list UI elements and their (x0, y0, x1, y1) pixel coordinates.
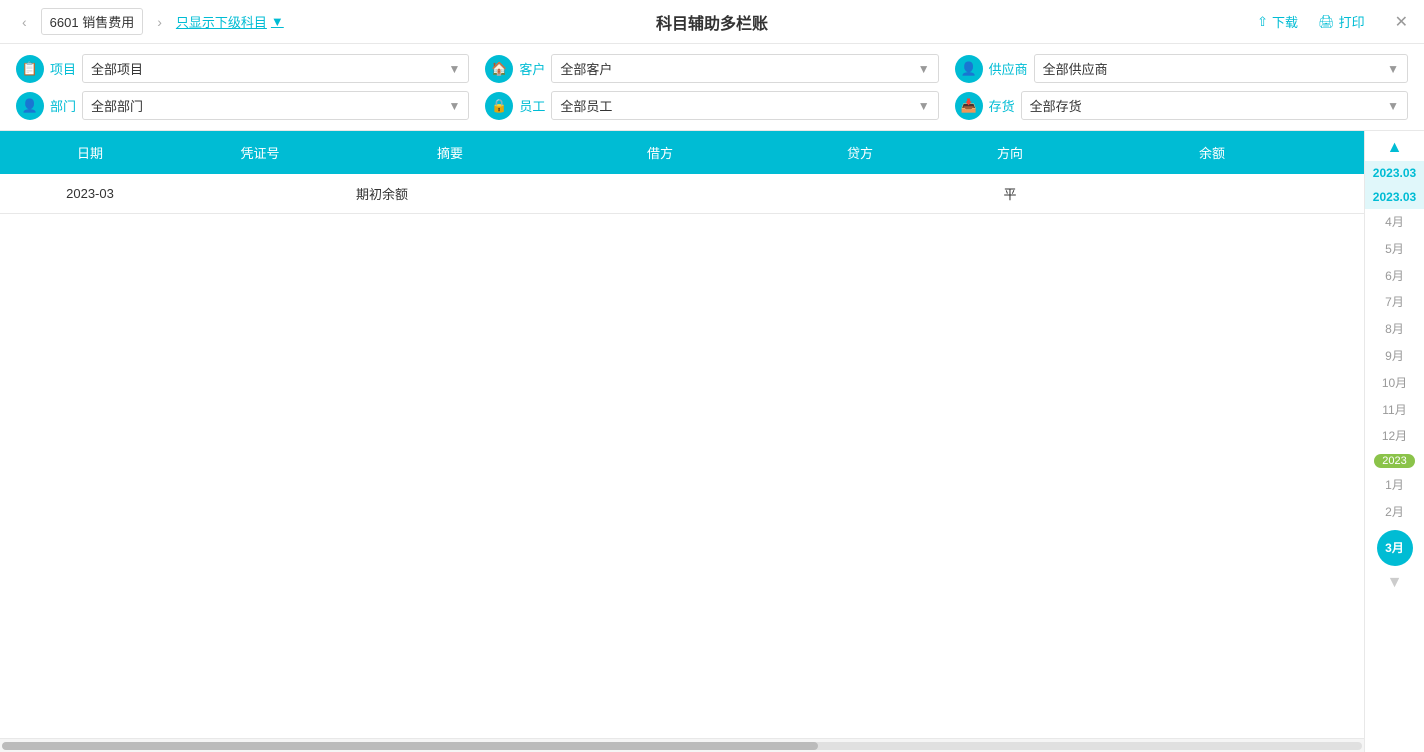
inventory-select[interactable]: 全部存货 ▼ (1021, 91, 1408, 120)
project-icon: 📋 (16, 55, 44, 83)
filter-dept: 👤 部门 全部部门 ▼ (16, 91, 469, 120)
cell-date: 2023-03 (0, 174, 180, 214)
employee-select[interactable]: 全部员工 ▼ (551, 91, 938, 120)
dept-label: 部门 (50, 96, 76, 115)
show-sub-label: 只显示下级科目 (176, 12, 267, 31)
scroll-bar[interactable] (0, 738, 1364, 752)
print-icon: 🖨 (1318, 14, 1335, 30)
chevron-down-icon: ▼ (448, 99, 460, 113)
cell-voucher (180, 174, 340, 214)
filter-inventory: 📥 存货 全部存货 ▼ (955, 91, 1408, 120)
timeline-item-1[interactable]: 1月 (1365, 472, 1424, 499)
customer-label: 客户 (519, 59, 545, 78)
print-button[interactable]: 🖨 打印 (1318, 12, 1365, 31)
account-code[interactable]: 6601 销售费用 (41, 8, 144, 35)
filter-customer: 🏠 客户 全部客户 ▼ (485, 54, 938, 83)
timeline-item-12[interactable]: 12月 (1365, 423, 1424, 450)
header-summary: 摘要 (340, 131, 560, 174)
header-voucher: 凭证号 (180, 131, 340, 174)
cell-balance (1060, 174, 1364, 214)
timeline-item-9[interactable]: 9月 (1365, 343, 1424, 370)
download-label: 下载 (1272, 12, 1298, 31)
header-debit: 借方 (560, 131, 760, 174)
chevron-down-icon: ▼ (918, 99, 930, 113)
empty-space (0, 214, 1364, 738)
title-bar-right: ⇧ 下载 🖨 打印 ✕ (1257, 12, 1408, 32)
header-credit: 贷方 (760, 131, 960, 174)
timeline-item-5[interactable]: 5月 (1365, 236, 1424, 263)
main-content: 日期 凭证号 摘要 借方 贷方 方向 余额 2023-03 期初余额 (0, 131, 1364, 752)
project-value: 全部项目 (91, 59, 143, 78)
inventory-value: 全部存货 (1030, 96, 1082, 115)
filter-row-1: 📋 项目 全部项目 ▼ 🏠 客户 全部客户 ▼ 👤 供应商 全部供应 (16, 54, 1408, 83)
customer-select[interactable]: 全部客户 ▼ (551, 54, 938, 83)
cell-direction: 平 (960, 174, 1060, 214)
cell-summary: 期初余额 (340, 174, 560, 214)
chevron-down-icon: ▼ (271, 14, 284, 29)
filter-area: 📋 项目 全部项目 ▼ 🏠 客户 全部客户 ▼ 👤 供应商 全部供应 (0, 44, 1424, 131)
data-table: 日期 凭证号 摘要 借方 贷方 方向 余额 2023-03 期初余额 (0, 131, 1364, 214)
table-row[interactable]: 2023-03 期初余额 平 (0, 174, 1364, 214)
project-select[interactable]: 全部项目 ▼ (82, 54, 469, 83)
timeline-item-4[interactable]: 4月 (1365, 209, 1424, 236)
timeline-item-8[interactable]: 8月 (1365, 316, 1424, 343)
timeline-item-11[interactable]: 11月 (1365, 397, 1424, 424)
timeline-item-3-current[interactable]: 3月 (1377, 530, 1413, 566)
chevron-down-icon: ▼ (1387, 99, 1399, 113)
timeline-down-button[interactable]: ▼ (1383, 570, 1407, 596)
supplier-label: 供应商 (989, 59, 1028, 78)
timeline-up-button[interactable]: ▲ (1383, 135, 1407, 161)
supplier-value: 全部供应商 (1043, 59, 1108, 78)
year-badge-2023[interactable]: 2023 (1374, 454, 1414, 468)
title-bar: ‹ 6601 销售费用 › 只显示下级科目 ▼ 科目辅助多栏账 ⇧ 下载 🖨 打… (0, 0, 1424, 44)
close-button[interactable]: ✕ (1395, 12, 1408, 32)
download-button[interactable]: ⇧ 下载 (1257, 12, 1298, 31)
table-header-row: 日期 凭证号 摘要 借方 贷方 方向 余额 (0, 131, 1364, 174)
timeline-item-6[interactable]: 6月 (1365, 263, 1424, 290)
table-container: 日期 凭证号 摘要 借方 贷方 方向 余额 2023-03 期初余额 (0, 131, 1424, 752)
cell-debit (560, 174, 760, 214)
filter-project: 📋 项目 全部项目 ▼ (16, 54, 469, 83)
customer-value: 全部客户 (560, 59, 612, 78)
filter-row-2: 👤 部门 全部部门 ▼ 🔒 员工 全部员工 ▼ 📥 存货 全部存货 (16, 91, 1408, 120)
timeline-item-10[interactable]: 10月 (1365, 370, 1424, 397)
prev-account-button[interactable]: ‹ (16, 12, 33, 32)
timeline-item-7[interactable]: 7月 (1365, 289, 1424, 316)
timeline-sidebar: ▲ 2023.03 2023.03 4月 5月 6月 7月 8月 9月 10月 … (1364, 131, 1424, 752)
employee-icon: 🔒 (485, 92, 513, 120)
scroll-track[interactable] (2, 742, 1362, 750)
customer-icon: 🏠 (485, 55, 513, 83)
employee-label: 员工 (519, 96, 545, 115)
filter-employee: 🔒 员工 全部员工 ▼ (485, 91, 938, 120)
download-icon: ⇧ (1257, 14, 1268, 30)
employee-value: 全部员工 (560, 96, 612, 115)
chevron-down-icon: ▼ (448, 62, 460, 76)
inventory-label: 存货 (989, 96, 1015, 115)
print-label: 打印 (1339, 12, 1365, 31)
next-account-button[interactable]: › (151, 12, 168, 32)
chevron-down-icon: ▼ (918, 62, 930, 76)
supplier-select[interactable]: 全部供应商 ▼ (1034, 54, 1408, 83)
dept-icon: 👤 (16, 92, 44, 120)
header-direction: 方向 (960, 131, 1060, 174)
timeline-period-2023-03-bottom[interactable]: 2023.03 (1365, 185, 1424, 209)
cell-credit (760, 174, 960, 214)
main-window: ‹ 6601 销售费用 › 只显示下级科目 ▼ 科目辅助多栏账 ⇧ 下载 🖨 打… (0, 0, 1424, 752)
show-sub-button[interactable]: 只显示下级科目 ▼ (176, 12, 284, 31)
page-title: 科目辅助多栏账 (656, 10, 768, 34)
scroll-thumb[interactable] (2, 742, 818, 750)
chevron-down-icon: ▼ (1387, 62, 1399, 76)
supplier-icon: 👤 (955, 55, 983, 83)
project-label: 项目 (50, 59, 76, 78)
title-bar-left: ‹ 6601 销售费用 › 只显示下级科目 ▼ (16, 8, 284, 35)
dept-value: 全部部门 (91, 96, 143, 115)
filter-supplier: 👤 供应商 全部供应商 ▼ (955, 54, 1408, 83)
header-date: 日期 (0, 131, 180, 174)
timeline-item-2[interactable]: 2月 (1365, 499, 1424, 526)
dept-select[interactable]: 全部部门 ▼ (82, 91, 469, 120)
timeline-period-2023-03-top[interactable]: 2023.03 (1365, 161, 1424, 185)
inventory-icon: 📥 (955, 92, 983, 120)
header-balance: 余额 (1060, 131, 1364, 174)
